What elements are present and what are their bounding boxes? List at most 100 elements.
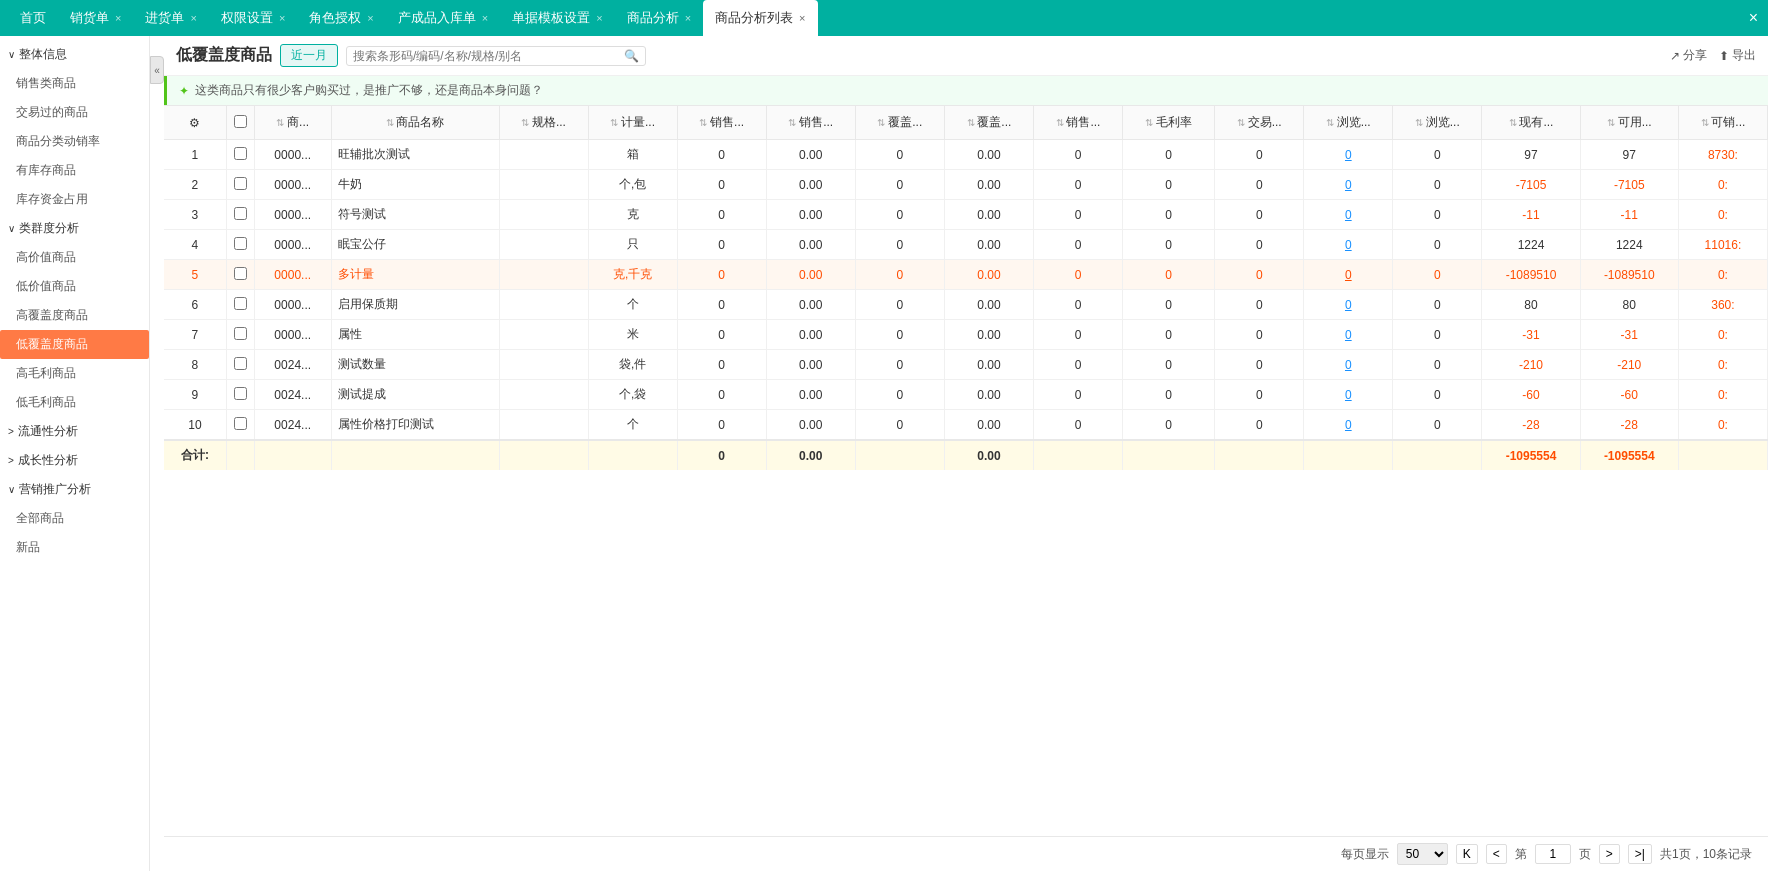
nav-tab-首页[interactable]: 首页 (8, 0, 58, 36)
cell-sales_qty: 0 (677, 140, 766, 170)
sidebar-item-全部商品[interactable]: 全部商品 (0, 504, 149, 533)
cell-available: 1224 (1580, 230, 1678, 260)
nav-tab-商品分析[interactable]: 商品分析 × (615, 0, 703, 36)
cell-browse1[interactable]: 0 (1304, 290, 1393, 320)
close-tab-icon[interactable]: × (115, 0, 121, 36)
sidebar-item-库存资金占用[interactable]: 库存资金占用 (0, 185, 149, 214)
col-header-browse2[interactable]: 浏览... (1393, 106, 1482, 140)
row-checkbox[interactable] (234, 267, 247, 280)
close-tab-icon[interactable]: × (190, 0, 196, 36)
nav-tab-商品分析列表[interactable]: 商品分析列表 × (703, 0, 817, 36)
col-header-cover2[interactable]: 覆盖... (944, 106, 1033, 140)
cell-gross_rate: 0 (1123, 260, 1215, 290)
search-icon[interactable]: 🔍 (624, 49, 639, 63)
sidebar-group-成长性分析[interactable]: >成长性分析 (0, 446, 149, 475)
first-page-btn[interactable]: K (1456, 844, 1478, 864)
close-tab-icon[interactable]: × (482, 0, 488, 36)
nav-tab-销货单[interactable]: 销货单 × (58, 0, 133, 36)
cell-num: 7 (164, 320, 226, 350)
row-checkbox[interactable] (234, 387, 247, 400)
cell-cover1: 0 (855, 320, 944, 350)
col-header-sellable[interactable]: 可销... (1678, 106, 1767, 140)
page-input[interactable] (1535, 844, 1571, 864)
close-all-tabs[interactable]: × (1749, 9, 1758, 27)
gear-icon[interactable]: ⚙ (189, 116, 200, 130)
row-checkbox[interactable] (234, 177, 247, 190)
cell-browse1[interactable]: 0 (1304, 140, 1393, 170)
col-header-current[interactable]: 现有... (1482, 106, 1580, 140)
next-page-btn[interactable]: > (1599, 844, 1620, 864)
cell-browse1[interactable]: 0 (1304, 200, 1393, 230)
col-header-sales3[interactable]: 销售... (1033, 106, 1122, 140)
row-checkbox[interactable] (234, 327, 247, 340)
cell-unit: 个,包 (588, 170, 677, 200)
col-header-browse1[interactable]: 浏览... (1304, 106, 1393, 140)
sidebar-item-商品分类动销率[interactable]: 商品分类动销率 (0, 127, 149, 156)
row-checkbox[interactable] (234, 207, 247, 220)
col-header-cover1[interactable]: 覆盖... (855, 106, 944, 140)
row-checkbox[interactable] (234, 147, 247, 160)
sidebar-item-销售类商品[interactable]: 销售类商品 (0, 69, 149, 98)
close-tab-icon[interactable]: × (279, 0, 285, 36)
col-header-sales_amt[interactable]: 销售... (766, 106, 855, 140)
sidebar-group-营销推广分析[interactable]: ∨营销推广分析 (0, 475, 149, 504)
cell-browse1[interactable]: 0 (1304, 320, 1393, 350)
row-checkbox[interactable] (234, 417, 247, 430)
search-input[interactable] (353, 49, 620, 63)
page-size-select[interactable]: 50 20 100 (1397, 843, 1448, 865)
select-all-checkbox[interactable] (234, 115, 247, 128)
cell-browse1[interactable]: 0 (1304, 380, 1393, 410)
sidebar-item-高毛利商品[interactable]: 高毛利商品 (0, 359, 149, 388)
close-tab-icon[interactable]: × (799, 0, 805, 36)
cell-sales_qty: 0 (677, 380, 766, 410)
cell-browse1[interactable]: 0 (1304, 170, 1393, 200)
share-action[interactable]: ↗ 分享 (1670, 47, 1707, 64)
col-header-gross_rate[interactable]: 毛利率 (1123, 106, 1215, 140)
group-arrow-icon: > (8, 426, 14, 437)
cell-browse1[interactable]: 0 (1304, 260, 1393, 290)
col-header-available[interactable]: 可用... (1580, 106, 1678, 140)
cell-browse1[interactable]: 0 (1304, 350, 1393, 380)
nav-tab-单据模板设置[interactable]: 单据模板设置 × (500, 0, 614, 36)
row-checkbox[interactable] (234, 297, 247, 310)
close-tab-icon[interactable]: × (367, 0, 373, 36)
col-header-trade[interactable]: 交易... (1215, 106, 1304, 140)
sidebar-group-整体信息[interactable]: ∨整体信息 (0, 40, 149, 69)
col-header-sales_qty[interactable]: 销售... (677, 106, 766, 140)
sidebar-group-类群度分析[interactable]: ∨类群度分析 (0, 214, 149, 243)
row-checkbox[interactable] (234, 237, 247, 250)
sidebar-item-低毛利商品[interactable]: 低毛利商品 (0, 388, 149, 417)
nav-tab-进货单[interactable]: 进货单 × (133, 0, 208, 36)
sidebar-collapse-btn[interactable]: « (150, 36, 164, 871)
col-header-name[interactable]: 商品名称 (331, 106, 499, 140)
export-action[interactable]: ⬆ 导出 (1719, 47, 1756, 64)
col-header-code[interactable]: 商... (254, 106, 331, 140)
col-header-unit[interactable]: 计量... (588, 106, 677, 140)
table-wrapper[interactable]: ⚙商...商品名称规格...计量...销售...销售...覆盖...覆盖...销… (164, 105, 1768, 836)
nav-tab-权限设置[interactable]: 权限设置 × (209, 0, 297, 36)
nav-tab-角色授权[interactable]: 角色授权 × (297, 0, 385, 36)
sidebar-item-交易过的商品[interactable]: 交易过的商品 (0, 98, 149, 127)
sidebar-group-流通性分析[interactable]: >流通性分析 (0, 417, 149, 446)
cell-sellable: 11016: (1678, 230, 1767, 260)
cell-checkbox (226, 350, 254, 380)
sidebar-item-低价值商品[interactable]: 低价值商品 (0, 272, 149, 301)
cell-gross_rate: 0 (1123, 170, 1215, 200)
last-page-btn[interactable]: >| (1628, 844, 1652, 864)
sidebar-item-新品[interactable]: 新品 (0, 533, 149, 562)
cell-browse1[interactable]: 0 (1304, 230, 1393, 260)
sidebar-item-低覆盖度商品[interactable]: 低覆盖度商品 (0, 330, 149, 359)
col-header-spec[interactable]: 规格... (499, 106, 588, 140)
filter-button[interactable]: 近一月 (280, 44, 338, 67)
cell-name: 牛奶 (331, 170, 499, 200)
cell-available: -7105 (1580, 170, 1678, 200)
row-checkbox[interactable] (234, 357, 247, 370)
close-tab-icon[interactable]: × (685, 0, 691, 36)
sidebar-item-有库存商品[interactable]: 有库存商品 (0, 156, 149, 185)
close-tab-icon[interactable]: × (596, 0, 602, 36)
sidebar-item-高价值商品[interactable]: 高价值商品 (0, 243, 149, 272)
cell-browse1[interactable]: 0 (1304, 410, 1393, 441)
sidebar-item-高覆盖度商品[interactable]: 高覆盖度商品 (0, 301, 149, 330)
nav-tab-产成品入库单[interactable]: 产成品入库单 × (386, 0, 500, 36)
prev-page-btn[interactable]: < (1486, 844, 1507, 864)
